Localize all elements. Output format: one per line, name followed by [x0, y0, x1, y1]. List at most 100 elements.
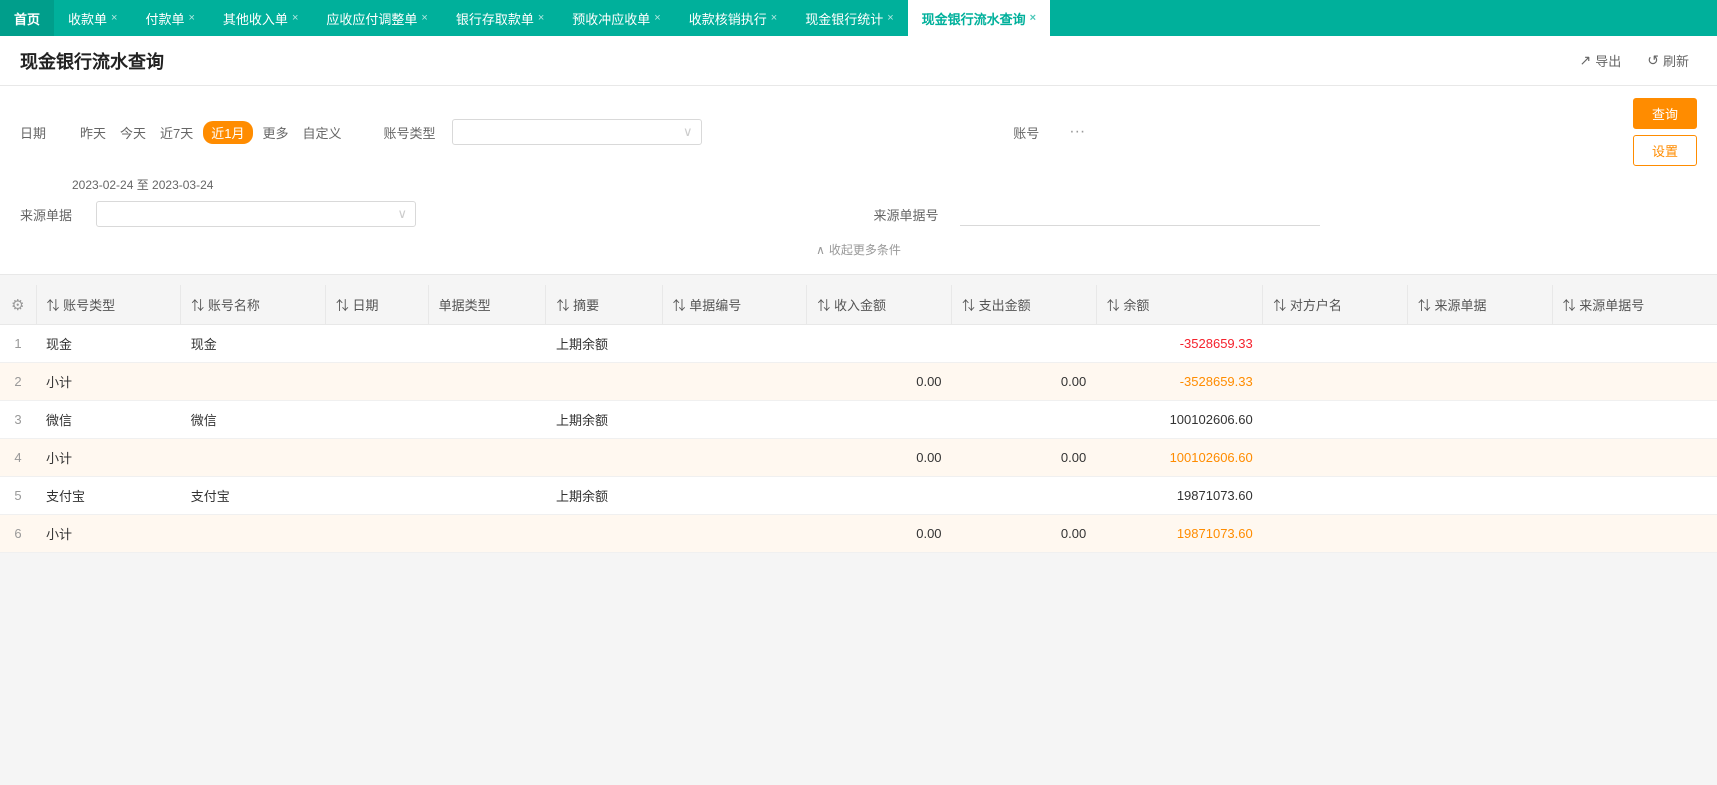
row-income — [807, 477, 952, 515]
row-doc-no — [662, 515, 807, 553]
row-source-doc — [1407, 401, 1552, 439]
row-expense: 0.00 — [952, 515, 1097, 553]
row-source-doc — [1407, 363, 1552, 401]
row-doc-no — [662, 363, 807, 401]
header-actions: ↗ 导出 ↺ 刷新 — [1572, 47, 1698, 74]
date-opt-today[interactable]: 今天 — [116, 121, 150, 144]
source-doc-num-input[interactable] — [960, 202, 1320, 226]
account-type-chevron: ∨ — [683, 124, 693, 140]
nav-home[interactable]: 首页 — [0, 0, 54, 36]
nav-bank-deposit-label: 银行存取款单 — [456, 9, 534, 28]
account-label: 账号 — [1013, 123, 1053, 142]
row-summary: 上期余额 — [546, 325, 662, 363]
row-expense — [952, 477, 1097, 515]
data-table: ⚙ ⇅ 账号类型 ⇅ 账号名称 ⇅ 日期 单据类型 ⇅ 摘要 ⇅ 单据编号 ⇅ … — [0, 285, 1717, 553]
nav-receipt[interactable]: 收款单 × — [54, 0, 131, 36]
date-opt-7days[interactable]: 近7天 — [156, 121, 197, 144]
row-account-name: 微信 — [181, 401, 326, 439]
top-nav: 首页 收款单 × 付款单 × 其他收入单 × 应收应付调整单 × 银行存取款单 … — [0, 0, 1717, 36]
col-expense: ⇅ 支出金额 — [952, 285, 1097, 325]
row-counterparty — [1263, 325, 1408, 363]
table-row[interactable]: 5 支付宝 支付宝 上期余额 19871073.60 — [0, 477, 1717, 515]
date-opt-custom[interactable]: 自定义 — [299, 121, 346, 144]
nav-ar-ap-adjust[interactable]: 应收应付调整单 × — [312, 0, 441, 36]
account-more-icon[interactable]: ··· — [1069, 123, 1085, 141]
nav-bank-deposit[interactable]: 银行存取款单 × — [442, 0, 558, 36]
row-doc-no — [662, 401, 807, 439]
collapse-label: 收起更多条件 — [829, 241, 901, 258]
gear-icon[interactable]: ⚙ — [11, 297, 24, 314]
refresh-label: 刷新 — [1663, 51, 1689, 70]
nav-receipt-verify[interactable]: 收款核销执行 × — [675, 0, 791, 36]
row-counterparty — [1263, 515, 1408, 553]
row-doc-type — [428, 515, 546, 553]
page-header: 现金银行流水查询 ↗ 导出 ↺ 刷新 — [0, 36, 1717, 86]
refresh-icon: ↺ — [1647, 52, 1659, 69]
date-opt-yesterday[interactable]: 昨天 — [76, 121, 110, 144]
refresh-button[interactable]: ↺ 刷新 — [1639, 47, 1697, 74]
nav-bank-flow[interactable]: 现金银行流水查询 × — [908, 0, 1050, 36]
nav-other-income[interactable]: 其他收入单 × — [209, 0, 312, 36]
row-expense — [952, 325, 1097, 363]
row-balance: 100102606.60 — [1096, 439, 1263, 477]
row-doc-type — [428, 363, 546, 401]
row-source-doc — [1407, 515, 1552, 553]
nav-receipt-close[interactable]: × — [111, 12, 117, 24]
col-source-doc: ⇅ 来源单据 — [1407, 285, 1552, 325]
table-body: 1 现金 现金 上期余额 -3528659.33 2 小计 0.00 0.00 … — [0, 325, 1717, 553]
row-doc-type — [428, 325, 546, 363]
nav-prepay-flush-close[interactable]: × — [654, 12, 660, 24]
nav-bank-stats[interactable]: 现金银行统计 × — [791, 0, 907, 36]
row-doc-type — [428, 401, 546, 439]
col-date: ⇅ 日期 — [325, 285, 428, 325]
date-range-text: 2023-02-24 至 2023-03-24 — [72, 178, 213, 192]
row-num: 1 — [0, 325, 36, 363]
row-account-name — [181, 363, 326, 401]
row-account-name — [181, 515, 326, 553]
row-balance: 100102606.60 — [1096, 401, 1263, 439]
date-opt-more[interactable]: 更多 — [259, 121, 293, 144]
row-date — [325, 401, 428, 439]
nav-prepay-flush-label: 预收冲应收单 — [572, 9, 650, 28]
nav-receipt-label: 收款单 — [68, 9, 107, 28]
nav-bank-flow-close[interactable]: × — [1030, 12, 1036, 24]
table-row[interactable]: 4 小计 0.00 0.00 100102606.60 — [0, 439, 1717, 477]
row-source-doc — [1407, 477, 1552, 515]
date-opt-1month[interactable]: 近1月 — [203, 121, 252, 144]
row-account-name — [181, 439, 326, 477]
nav-other-income-close[interactable]: × — [292, 12, 298, 24]
row-account-name: 现金 — [181, 325, 326, 363]
row-date — [325, 477, 428, 515]
row-source-doc-no — [1552, 515, 1717, 553]
row-counterparty — [1263, 363, 1408, 401]
row-income: 0.00 — [807, 439, 952, 477]
nav-bank-deposit-close[interactable]: × — [538, 12, 544, 24]
account-type-label: 账号类型 — [384, 123, 436, 142]
account-type-filter: 账号类型 ∨ — [384, 119, 984, 145]
row-source-doc-no — [1552, 439, 1717, 477]
collapse-bar[interactable]: ∧ 收起更多条件 — [20, 237, 1697, 266]
table-row[interactable]: 2 小计 0.00 0.00 -3528659.33 — [0, 363, 1717, 401]
settings-button[interactable]: 设置 — [1633, 135, 1697, 166]
filter-row-1: 日期 昨天 今天 近7天 近1月 更多 自定义 账号类型 ∨ 账号 ··· — [20, 98, 1697, 166]
col-doc-no: ⇅ 单据编号 — [662, 285, 807, 325]
row-date — [325, 363, 428, 401]
row-account-type: 微信 — [36, 401, 181, 439]
account-type-select[interactable]: ∨ — [452, 119, 702, 145]
row-source-doc — [1407, 325, 1552, 363]
nav-bank-stats-close[interactable]: × — [887, 12, 893, 24]
nav-receipt-verify-close[interactable]: × — [771, 12, 777, 24]
table-row[interactable]: 3 微信 微信 上期余额 100102606.60 — [0, 401, 1717, 439]
nav-payment-close[interactable]: × — [188, 12, 194, 24]
source-doc-select[interactable]: ∨ — [96, 201, 416, 227]
row-source-doc-no — [1552, 477, 1717, 515]
export-button[interactable]: ↗ 导出 — [1572, 47, 1630, 74]
nav-prepay-flush[interactable]: 预收冲应收单 × — [558, 0, 674, 36]
nav-payment[interactable]: 付款单 × — [131, 0, 208, 36]
col-doc-type: 单据类型 — [428, 285, 546, 325]
row-date — [325, 325, 428, 363]
nav-ar-ap-adjust-close[interactable]: × — [421, 12, 427, 24]
table-row[interactable]: 6 小计 0.00 0.00 19871073.60 — [0, 515, 1717, 553]
table-row[interactable]: 1 现金 现金 上期余额 -3528659.33 — [0, 325, 1717, 363]
query-button[interactable]: 查询 — [1633, 98, 1697, 129]
